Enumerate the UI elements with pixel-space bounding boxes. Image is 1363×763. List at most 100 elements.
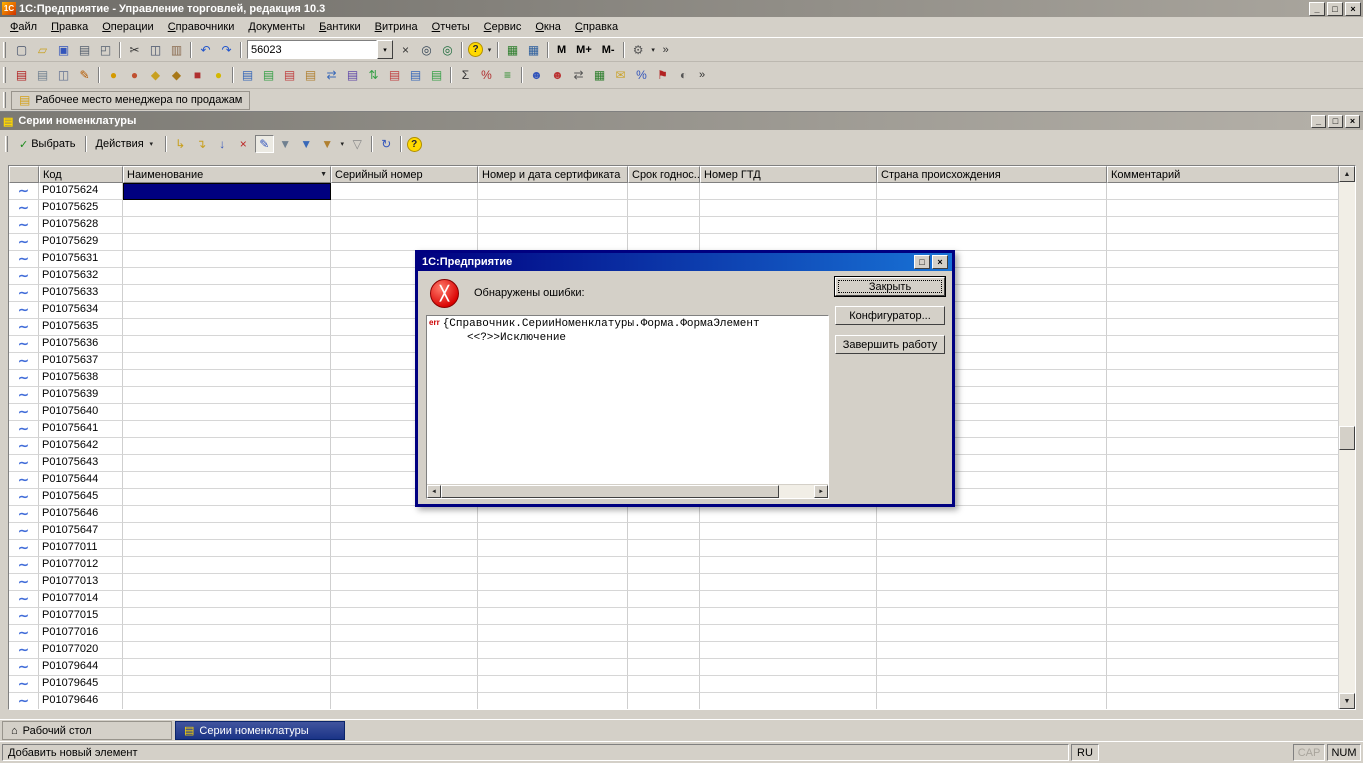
tools-icon[interactable]: ⚙ bbox=[629, 41, 648, 59]
refresh-icon[interactable]: ↻ bbox=[377, 135, 396, 153]
cell-code[interactable]: P01075645 bbox=[39, 489, 123, 506]
receipt-icon[interactable]: ▤ bbox=[406, 66, 425, 84]
search-input[interactable] bbox=[247, 40, 377, 59]
cell-comment[interactable] bbox=[1107, 285, 1339, 302]
cell-code[interactable]: P01075646 bbox=[39, 506, 123, 523]
cell-comment[interactable] bbox=[1107, 574, 1339, 591]
cell-serial[interactable] bbox=[331, 659, 478, 676]
menu-item-7[interactable]: Витрина bbox=[368, 18, 425, 36]
cell-cert[interactable] bbox=[478, 183, 628, 200]
tab-series-list[interactable]: ▤ Серии номенклатуры bbox=[175, 721, 345, 740]
history-icon[interactable]: ◐ bbox=[674, 66, 693, 84]
table-row[interactable]: ∼ P01077015 bbox=[9, 608, 1339, 625]
vertical-scrollbar[interactable]: ▲ ▼ bbox=[1339, 166, 1355, 709]
cell-expiry[interactable] bbox=[628, 693, 700, 709]
menu-item-5[interactable]: Документы bbox=[241, 18, 312, 36]
dialog-maximize-button[interactable]: □ bbox=[914, 255, 930, 269]
table-row[interactable]: ∼ P01077016 bbox=[9, 625, 1339, 642]
cell-code[interactable]: P01075638 bbox=[39, 370, 123, 387]
cell-serial[interactable] bbox=[331, 523, 478, 540]
cell-serial[interactable] bbox=[331, 693, 478, 709]
cell-comment[interactable] bbox=[1107, 625, 1339, 642]
cell-serial[interactable] bbox=[331, 506, 478, 523]
cell-comment[interactable] bbox=[1107, 540, 1339, 557]
cell-expiry[interactable] bbox=[628, 659, 700, 676]
cell-gtd[interactable] bbox=[700, 659, 877, 676]
cell-cert[interactable] bbox=[478, 234, 628, 251]
table-row[interactable]: ∼ P01077012 bbox=[9, 557, 1339, 574]
dropdown-arrow-icon[interactable]: ▾ bbox=[485, 46, 494, 54]
cell-code[interactable]: P01075635 bbox=[39, 319, 123, 336]
undo-icon[interactable]: ↶ bbox=[196, 41, 215, 59]
clear-search-icon[interactable]: × bbox=[396, 41, 415, 59]
shutdown-button[interactable]: Завершить работу bbox=[835, 335, 945, 354]
cash-expense-icon[interactable]: ● bbox=[125, 66, 144, 84]
cell-code[interactable]: P01075647 bbox=[39, 523, 123, 540]
cell-serial[interactable] bbox=[331, 676, 478, 693]
cell-expiry[interactable] bbox=[628, 625, 700, 642]
cell-name[interactable] bbox=[123, 642, 331, 659]
menu-item-4[interactable]: Справочники bbox=[161, 18, 242, 36]
cell-gtd[interactable] bbox=[700, 693, 877, 709]
cell-serial[interactable] bbox=[331, 183, 478, 200]
cell-code[interactable]: P01077016 bbox=[39, 625, 123, 642]
column-header-icon[interactable] bbox=[9, 166, 39, 183]
horizontal-scrollbar[interactable]: ◄ ► bbox=[427, 484, 828, 498]
cell-name[interactable] bbox=[123, 574, 331, 591]
paste-icon[interactable]: ▥ bbox=[167, 41, 186, 59]
cell-gtd[interactable] bbox=[700, 591, 877, 608]
filter-settings-icon[interactable]: ▼ bbox=[318, 135, 337, 153]
title-bar[interactable]: 1С 1С:Предприятие - Управление торговлей… bbox=[0, 0, 1363, 17]
table-row[interactable]: ∼ P01075629 bbox=[9, 234, 1339, 251]
list-help-icon[interactable]: ? bbox=[406, 136, 422, 152]
column-header-gtd[interactable]: Номер ГТД bbox=[700, 166, 877, 183]
table-view-icon[interactable]: ▦ bbox=[524, 41, 543, 59]
cell-comment[interactable] bbox=[1107, 336, 1339, 353]
scroll-left-button[interactable]: ◄ bbox=[427, 485, 441, 498]
cell-gtd[interactable] bbox=[700, 200, 877, 217]
move-to-group-icon[interactable]: ↓ bbox=[213, 135, 232, 153]
cell-name[interactable] bbox=[123, 336, 331, 353]
cell-cert[interactable] bbox=[478, 625, 628, 642]
cell-name[interactable] bbox=[123, 404, 331, 421]
cell-name[interactable] bbox=[123, 370, 331, 387]
cell-country[interactable] bbox=[877, 676, 1107, 693]
table-row[interactable]: ∼ P01075646 bbox=[9, 506, 1339, 523]
cell-serial[interactable] bbox=[331, 540, 478, 557]
cell-code[interactable]: P01077013 bbox=[39, 574, 123, 591]
memory-add-button[interactable]: M+ bbox=[571, 44, 597, 56]
minimize-button[interactable]: _ bbox=[1309, 1, 1325, 16]
cell-serial[interactable] bbox=[331, 574, 478, 591]
print-documents-icon[interactable]: ▤ bbox=[33, 66, 52, 84]
cell-code[interactable]: P01075643 bbox=[39, 455, 123, 472]
sales-manager-workspace-button[interactable]: ▤ Рабочее место менеджера по продажам bbox=[11, 90, 251, 110]
cell-expiry[interactable] bbox=[628, 608, 700, 625]
cell-code[interactable]: P01077015 bbox=[39, 608, 123, 625]
cell-comment[interactable] bbox=[1107, 557, 1339, 574]
delete-mark-icon[interactable]: × bbox=[234, 135, 253, 153]
cell-comment[interactable] bbox=[1107, 234, 1339, 251]
cell-name[interactable] bbox=[123, 387, 331, 404]
dialog-titlebar[interactable]: 1С:Предприятие □ × bbox=[418, 253, 952, 271]
table-row[interactable]: ∼ P01079644 bbox=[9, 659, 1339, 676]
cell-code[interactable]: P01075628 bbox=[39, 217, 123, 234]
suppliers-icon[interactable]: ☻ bbox=[548, 66, 567, 84]
cell-cert[interactable] bbox=[478, 540, 628, 557]
close-button[interactable]: × bbox=[1345, 1, 1361, 16]
cell-comment[interactable] bbox=[1107, 608, 1339, 625]
cell-expiry[interactable] bbox=[628, 540, 700, 557]
cell-name[interactable] bbox=[123, 591, 331, 608]
cell-gtd[interactable] bbox=[700, 676, 877, 693]
cell-code[interactable]: P01075636 bbox=[39, 336, 123, 353]
cell-expiry[interactable] bbox=[628, 557, 700, 574]
table-row[interactable]: ∼ P01075647 bbox=[9, 523, 1339, 540]
cell-expiry[interactable] bbox=[628, 234, 700, 251]
select-button[interactable]: ✓ Выбрать bbox=[13, 136, 82, 153]
table-row[interactable]: ∼ P01077020 bbox=[9, 642, 1339, 659]
menu-item-1[interactable]: Файл bbox=[3, 18, 44, 36]
cell-country[interactable] bbox=[877, 557, 1107, 574]
memory-subtract-button[interactable]: M- bbox=[597, 44, 620, 56]
cell-comment[interactable] bbox=[1107, 591, 1339, 608]
cell-code[interactable]: P01075644 bbox=[39, 472, 123, 489]
return-invoice-icon[interactable]: ▤ bbox=[280, 66, 299, 84]
